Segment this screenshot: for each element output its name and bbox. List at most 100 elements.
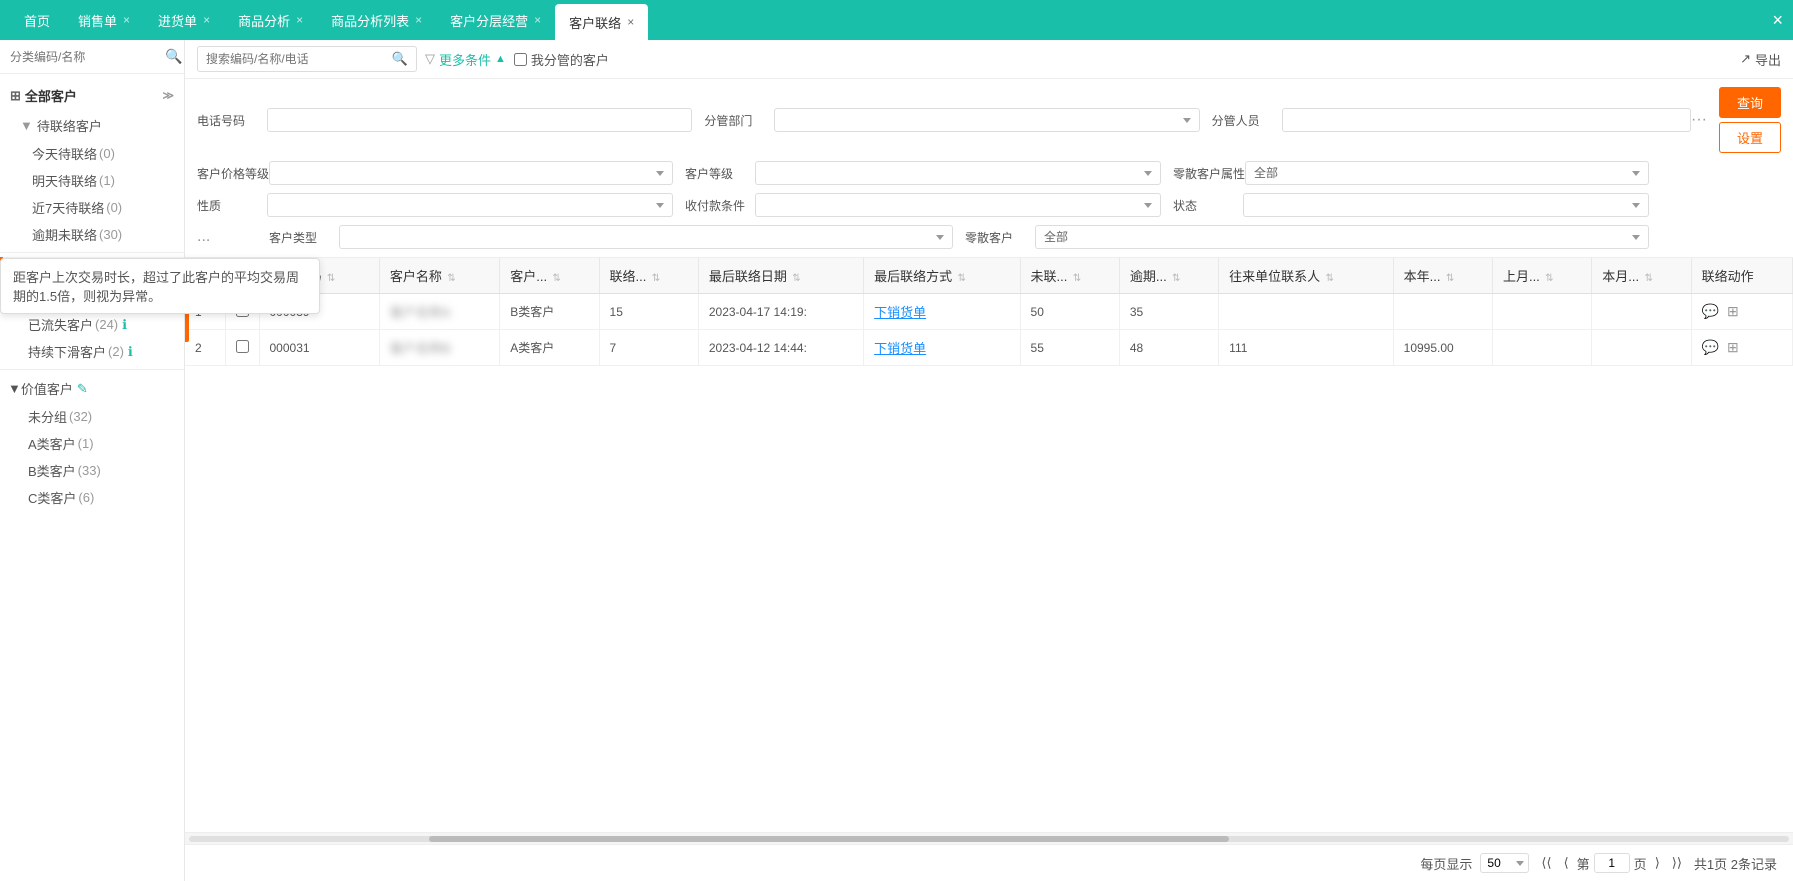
row1-contact: 15 — [599, 294, 698, 330]
table-row: 2 000031 客户名称B A类客户 7 2023-04-12 14:44: … — [185, 330, 1793, 366]
close-sales-icon[interactable]: × — [123, 13, 130, 27]
first-page-button[interactable]: ⟨⟨ — [1537, 853, 1555, 873]
sidebar-item-classC[interactable]: C类客户 (6) — [0, 484, 184, 511]
nav-analysis-list[interactable]: 商品分析列表 × — [317, 0, 436, 40]
query-button[interactable]: 查询 — [1719, 87, 1781, 118]
nav-purchase[interactable]: 进货单 × — [144, 0, 224, 40]
close-window-button[interactable]: × — [1772, 10, 1783, 31]
row1-chat-icon[interactable]: 💬 — [1702, 303, 1719, 320]
prev-page-button[interactable]: ⟨ — [1560, 853, 1573, 873]
total-records-label: 共1页 2条记录 — [1694, 854, 1777, 873]
close-analysis-list-icon[interactable]: × — [415, 13, 422, 27]
last-page-button[interactable]: ⟩⟩ — [1668, 853, 1686, 873]
row2-pending: 55 — [1020, 330, 1119, 366]
sort-overdue-icon[interactable]: ⇅ — [1172, 273, 1180, 284]
settings-button[interactable]: 设置 — [1719, 122, 1781, 153]
row2-last-month — [1492, 330, 1591, 366]
dept-select[interactable] — [774, 108, 1199, 132]
row1-more-icon[interactable]: ⊞ — [1727, 303, 1739, 320]
row2-select-checkbox[interactable] — [236, 340, 249, 353]
customer-type-select[interactable] — [339, 225, 953, 249]
row2-name-text: 客户名称B — [390, 341, 451, 356]
sidebar-item-7days[interactable]: 近7天待联络 (0) — [4, 194, 184, 221]
sidebar-item-tomorrow[interactable]: 明天待联络 (1) — [4, 167, 184, 194]
nav-customer-contact[interactable]: 客户联络 × — [555, 4, 648, 40]
sidebar-item-unclassified[interactable]: 未分组 (32) — [0, 403, 184, 430]
sidebar-item-classA[interactable]: A类客户 (1) — [0, 430, 184, 457]
sort-lmonth-icon[interactable]: ⇅ — [1545, 273, 1553, 284]
sort-name-icon[interactable]: ⇅ — [447, 273, 455, 284]
price-grade-select[interactable] — [269, 161, 673, 185]
more-dots-icon[interactable]: ... — [197, 228, 210, 246]
retail-attr-field: 零散客户属性 全部 — [1173, 161, 1649, 185]
sort-type-icon[interactable]: ⇅ — [552, 273, 560, 284]
phone-input[interactable] — [267, 108, 692, 132]
phone-field: 电话号码 — [197, 108, 692, 132]
nav-sales[interactable]: 销售单 × — [64, 0, 144, 40]
close-purchase-icon[interactable]: × — [203, 13, 210, 27]
page-size-select[interactable]: 50 10 20 100 — [1480, 853, 1529, 873]
customer-grade-field: 客户等级 — [685, 161, 1161, 185]
payment-field: 收付款条件 — [685, 193, 1161, 217]
overdue-col-header: 逾期... ⇅ — [1119, 258, 1218, 294]
row2-chat-icon[interactable]: 💬 — [1702, 339, 1719, 356]
filter-row-1: 电话号码 分管部门 分管人员 ··· — [197, 87, 1781, 153]
sort-contact-icon[interactable]: ⇅ — [652, 273, 660, 284]
collapse-icon[interactable]: ≫ — [162, 89, 174, 102]
status-select[interactable] — [1243, 193, 1649, 217]
person-dots-icon[interactable]: ··· — [1691, 111, 1707, 129]
last-date-col-header: 最后联络日期 ⇅ — [698, 258, 863, 294]
retail-attr-select[interactable]: 全部 — [1245, 161, 1649, 185]
row1-this-month — [1592, 294, 1691, 330]
retail2-select[interactable]: 全部 — [1035, 225, 1649, 249]
sort-method-icon[interactable]: ⇅ — [957, 273, 965, 284]
close-contact-icon[interactable]: × — [627, 15, 634, 29]
nav-analysis[interactable]: 商品分析 × — [224, 0, 317, 40]
my-customers-checkbox[interactable] — [514, 53, 527, 66]
row2-action-buttons: 💬 ⊞ — [1702, 339, 1782, 356]
payment-select[interactable] — [755, 193, 1161, 217]
value-group-header[interactable]: ▼ 价值客户 ✎ — [0, 374, 184, 403]
edit-icon[interactable]: ✎ — [77, 381, 88, 397]
nav-customer-tier[interactable]: 客户分层经营 × — [436, 0, 555, 40]
row2-type: A类客户 — [500, 330, 599, 366]
sidebar-item-today[interactable]: 今天待联络 (0) — [4, 140, 184, 167]
grade-select-wrapper — [755, 161, 1161, 185]
nav-home[interactable]: 首页 — [10, 0, 64, 40]
data-table: ⚙ 客户编码 ⇅ 客户名称 ⇅ — [185, 258, 1793, 366]
next-page-button[interactable]: ⟩ — [1651, 853, 1664, 873]
sort-date-icon[interactable]: ⇅ — [792, 273, 800, 284]
page-number-input[interactable] — [1594, 853, 1630, 873]
close-analysis-icon[interactable]: × — [296, 13, 303, 27]
sidebar-item-classB[interactable]: B类客户 (33) — [0, 457, 184, 484]
row2-more-icon[interactable]: ⊞ — [1727, 339, 1739, 356]
sidebar-item-overdue[interactable]: 逾期未联络 (30) — [4, 221, 184, 248]
close-tier-icon[interactable]: × — [534, 13, 541, 27]
sidebar-item-churned[interactable]: 已流失客户 (24) ℹ — [0, 311, 184, 338]
sort-contacts-icon[interactable]: ⇅ — [1326, 273, 1334, 284]
sort-year-icon[interactable]: ⇅ — [1446, 273, 1454, 284]
scroll-thumb[interactable] — [429, 836, 1229, 842]
advanced-filters: 电话号码 分管部门 分管人员 ··· — [185, 79, 1793, 258]
export-button[interactable]: ↗ 导出 — [1740, 50, 1781, 69]
sort-code-icon[interactable]: ⇅ — [327, 273, 335, 284]
sidebar-search-icon[interactable]: 🔍 — [165, 48, 182, 65]
last-method-col-header: 最后联络方式 ⇅ — [864, 258, 1020, 294]
all-customers-header[interactable]: ⊞ 全部客户 ≫ — [0, 80, 184, 111]
filter-search-input[interactable] — [206, 52, 386, 66]
row1-method-link[interactable]: 下销货单 — [874, 305, 926, 320]
pending-group-title[interactable]: ▼ 待联络客户 — [4, 111, 184, 140]
row2-actions: 💬 ⊞ — [1691, 330, 1792, 366]
filter-search-icon[interactable]: 🔍 — [392, 51, 408, 67]
row2-method-link[interactable]: 下销货单 — [874, 341, 926, 356]
sidebar-item-declining[interactable]: 持续下滑客户 (2) ℹ — [0, 338, 184, 365]
horizontal-scrollbar[interactable] — [185, 832, 1793, 844]
sidebar-search-input[interactable] — [10, 50, 165, 64]
customer-grade-select[interactable] — [755, 161, 1161, 185]
gender-select[interactable] — [267, 193, 673, 217]
sort-pending-icon[interactable]: ⇅ — [1073, 273, 1081, 284]
more-conditions-button[interactable]: ▽ 更多条件 ▲ — [425, 50, 506, 69]
person-input[interactable] — [1282, 108, 1691, 132]
sort-tmonth-icon[interactable]: ⇅ — [1644, 273, 1652, 284]
row1-overdue: 35 — [1119, 294, 1218, 330]
